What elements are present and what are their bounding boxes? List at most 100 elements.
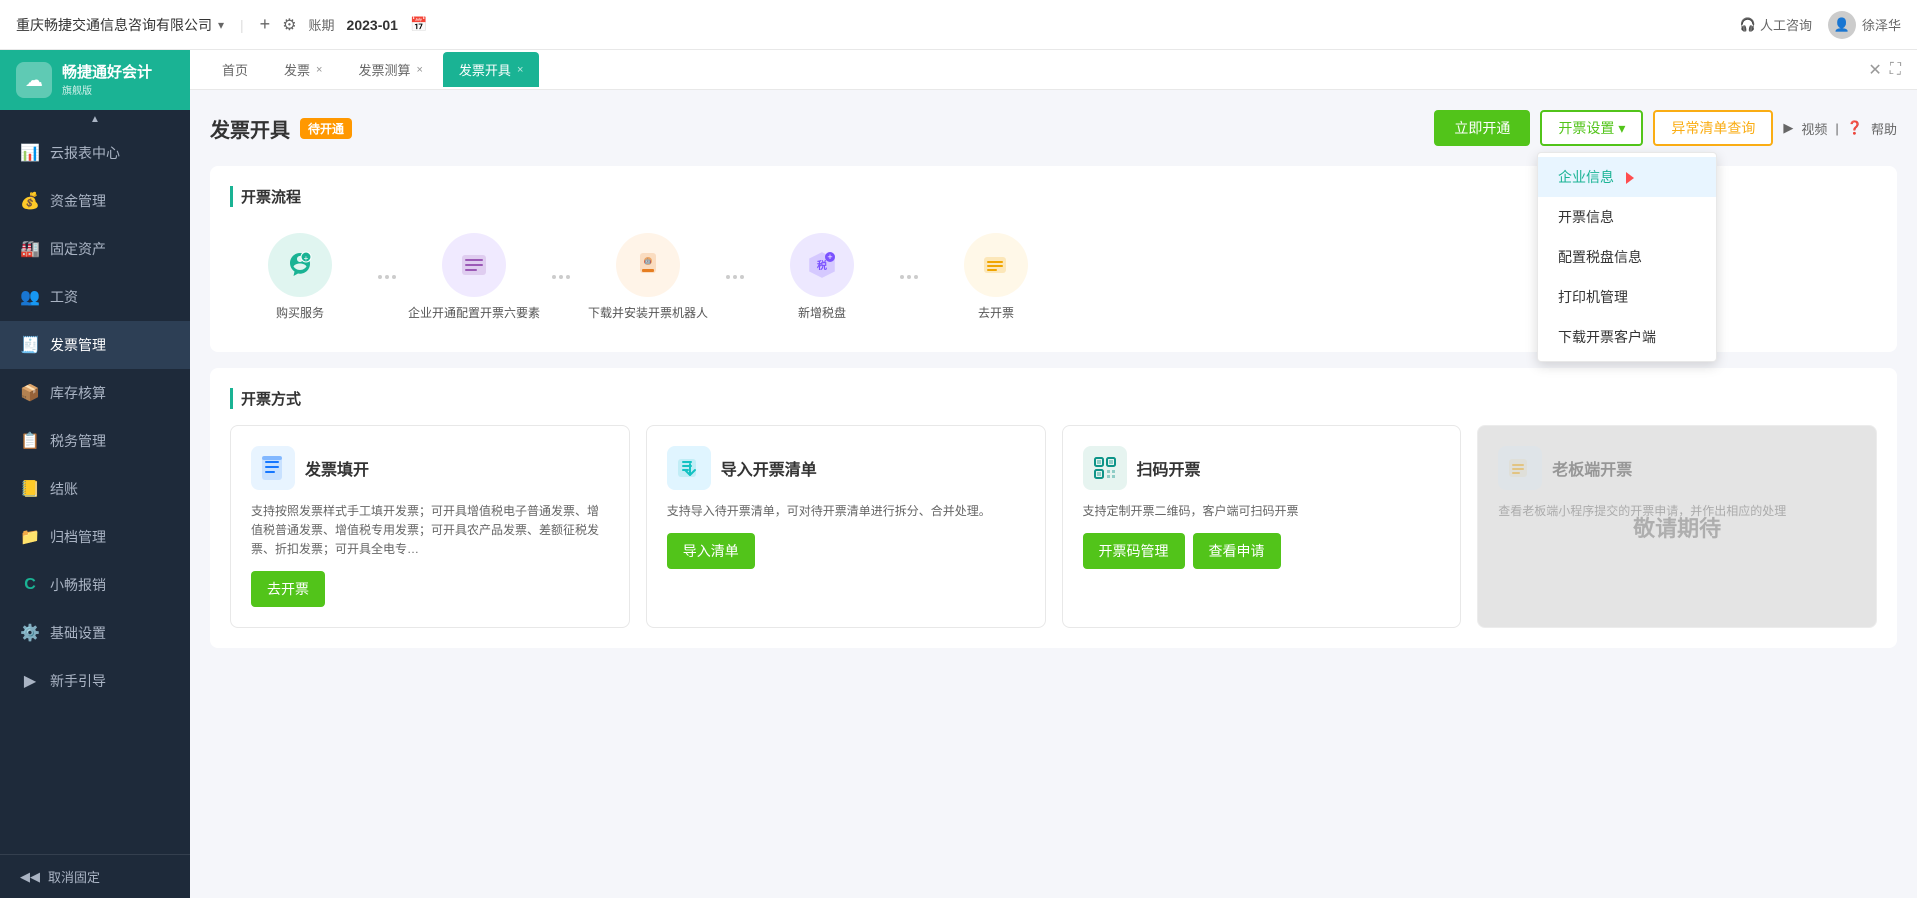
tab-home-label: 首页: [222, 60, 248, 79]
divider1: |: [240, 17, 244, 33]
help-area: ▶ 视频 | ❓ 帮助: [1783, 119, 1897, 138]
app-subtitle: 旗舰版: [62, 82, 152, 97]
consult-button[interactable]: 🎧 人工咨询: [1740, 15, 1812, 34]
sidebar-label-jichushezhi: 基础设置: [50, 623, 106, 643]
billing-card-scan-title: 扫码开票: [1137, 456, 1201, 480]
billing-card-import: 导入开票清单 支持导入待开票清单，可对待开票清单进行拆分、合并处理。 导入清单: [646, 425, 1046, 629]
company-name: 重庆畅捷交通信息咨询有限公司: [16, 15, 212, 35]
sidebar: ☁ 畅捷通好会计 旗舰版 ▲ 📊 云报表中心 💰 资金管理 🏭 固定资产 👥 工…: [0, 50, 190, 898]
separator: |: [1835, 121, 1838, 136]
settings-dropdown-button[interactable]: 开票设置 ▾: [1540, 110, 1643, 146]
process-icon-4: 税 +: [790, 233, 854, 297]
billing-card-import-desc: 支持导入待开票清单，可对待开票清单进行拆分、合并处理。: [667, 502, 1025, 521]
tabs-bar: 首页 发票 × 发票测算 × 发票开具 × ✕ ⛶: [190, 50, 1917, 90]
sidebar-item-guding[interactable]: 🏭 固定资产: [0, 225, 190, 273]
zijin-icon: 💰: [20, 191, 40, 211]
process-dots-2: [552, 275, 570, 279]
import-list-button[interactable]: 导入清单: [667, 533, 755, 569]
sidebar-label-jiezhang: 结账: [50, 479, 78, 499]
dropdown-item-dayinji[interactable]: 打印机管理: [1538, 277, 1716, 317]
page-actions: 立即开通 开票设置 ▾ 异常清单查询 ▶ 视频 | ❓ 帮助: [1434, 110, 1897, 146]
cancel-fixed-button[interactable]: ◀◀ 取消固定: [0, 855, 190, 898]
sidebar-item-jiezhang[interactable]: 📒 结账: [0, 465, 190, 513]
billing-cards: 发票填开 支持按照发票样式手工填开发票；可开具增值税电子普通发票、增值税普通发票…: [230, 425, 1877, 629]
scan-buttons: 开票码管理 查看申请: [1083, 533, 1441, 569]
tab-fapiao-label: 发票: [284, 60, 310, 79]
help-label[interactable]: 帮助: [1871, 119, 1897, 138]
sidebar-item-yunbao[interactable]: 📊 云报表中心: [0, 129, 190, 177]
cancel-pin-icon: ◀◀: [20, 869, 40, 885]
period-label: 账期: [309, 15, 335, 34]
tab-fapiaokaiiju-label: 发票开具: [459, 60, 511, 79]
xinshouyindao-icon: ▶: [20, 671, 40, 691]
add-company-button[interactable]: +: [260, 14, 271, 35]
content-area: 首页 发票 × 发票测算 × 发票开具 × ✕ ⛶: [190, 50, 1917, 898]
fapiao-icon: 🧾: [20, 335, 40, 355]
jichushezhi-icon: ⚙️: [20, 623, 40, 643]
user-info[interactable]: 👤 徐泽华: [1828, 11, 1901, 39]
page-header: 发票开具 待开通 立即开通 开票设置 ▾ 异常清单查询 ▶ 视频 | ❓: [210, 110, 1897, 146]
sidebar-item-gongzi[interactable]: 👥 工资: [0, 273, 190, 321]
company-selector[interactable]: 重庆畅捷交通信息咨询有限公司 ▾: [16, 15, 224, 35]
tab-fapiaocesuan-close[interactable]: ×: [416, 64, 422, 76]
exception-list-button[interactable]: 异常清单查询: [1653, 110, 1773, 146]
top-header: 重庆畅捷交通信息咨询有限公司 ▾ | + ⚙ 账期 2023-01 📅 🎧 人工…: [0, 0, 1917, 50]
process-dots-1: [378, 275, 396, 279]
billing-card-import-title: 导入开票清单: [721, 456, 817, 480]
sidebar-item-zijin[interactable]: 💰 资金管理: [0, 177, 190, 225]
header-right: 🎧 人工咨询 👤 徐泽华: [1740, 11, 1901, 39]
sidebar-label-zijin: 资金管理: [50, 191, 106, 211]
billing-card-scan-desc: 支持定制开票二维码，客户端可扫码开票: [1083, 502, 1441, 521]
sidebar-item-fapiao[interactable]: 🧾 发票管理: [0, 321, 190, 369]
dropdown-xiazai-label: 下载开票客户端: [1558, 329, 1656, 345]
sidebar-item-jichushezhi[interactable]: ⚙️ 基础设置: [0, 609, 190, 657]
process-step-2: 企业开通配置开票六要素: [404, 233, 544, 322]
billing-card-import-header: 导入开票清单: [667, 446, 1025, 490]
fill-invoice-button[interactable]: 去开票: [251, 571, 325, 607]
view-application-button[interactable]: 查看申请: [1193, 533, 1281, 569]
play-icon: ▶: [1783, 120, 1793, 136]
chevron-down-icon: ▾: [218, 18, 224, 32]
maximize-window-button[interactable]: ⛶: [1890, 61, 1901, 79]
sidebar-label-gongzi: 工资: [50, 287, 78, 307]
sidebar-item-guidang[interactable]: 📁 归档管理: [0, 513, 190, 561]
close-window-button[interactable]: ✕: [1868, 60, 1881, 80]
dropdown-item-peizhi[interactable]: 配置税盘信息: [1538, 237, 1716, 277]
pending-badge: 待开通: [300, 118, 352, 139]
period-value: 2023-01: [347, 17, 398, 33]
process-step-3: 🤖 下载并安装开票机器人: [578, 233, 718, 322]
qrcode-manage-button[interactable]: 开票码管理: [1083, 533, 1185, 569]
chevron-down-settings-icon: ▾: [1618, 120, 1625, 137]
tab-fapiaocesuan[interactable]: 发票测算 ×: [342, 52, 438, 87]
tab-fapiaokaiiju-close[interactable]: ×: [517, 64, 523, 76]
svg-text:🤖: 🤖: [644, 257, 652, 265]
consult-label: 人工咨询: [1760, 15, 1812, 34]
sidebar-item-xinshouyindao[interactable]: ▶ 新手引导: [0, 657, 190, 705]
settings-icon[interactable]: ⚙: [282, 15, 296, 35]
tab-fapiao[interactable]: 发票 ×: [268, 52, 338, 87]
tab-home[interactable]: 首页: [206, 52, 264, 87]
billing-card-scan-icon: [1083, 446, 1127, 490]
dropdown-item-xiazai[interactable]: 下载开票客户端: [1538, 317, 1716, 357]
dropdown-kaipiaoixnxi-label: 开票信息: [1558, 209, 1614, 225]
arrow-indicator: [1626, 172, 1634, 184]
billing-card-fill-desc: 支持按照发票样式手工填开发票；可开具增值税电子普通发票、增值税普通发票、增值税专…: [251, 502, 609, 560]
activate-button[interactable]: 立即开通: [1434, 110, 1530, 146]
svg-text:+: +: [827, 252, 832, 262]
cancel-fixed-label: 取消固定: [48, 867, 100, 886]
sidebar-item-xiaochangbaoxiao[interactable]: C 小畅报销: [0, 561, 190, 609]
sidebar-label-guding: 固定资产: [50, 239, 106, 259]
calendar-icon[interactable]: 📅: [410, 16, 427, 33]
settings-dropdown-menu: 企业信息 开票信息 配置税盘信息 打印机管理 下载: [1537, 152, 1717, 362]
video-label[interactable]: 视频: [1801, 119, 1827, 138]
sidebar-item-shuiwu[interactable]: 📋 税务管理: [0, 417, 190, 465]
process-icon-2: [442, 233, 506, 297]
tab-fapiao-close[interactable]: ×: [316, 64, 322, 76]
dropdown-item-qiyexinxi[interactable]: 企业信息: [1538, 157, 1716, 197]
sidebar-label-guidang: 归档管理: [50, 527, 106, 547]
tab-fapiaokaiiju[interactable]: 发票开具 ×: [443, 52, 539, 87]
sidebar-item-kucun[interactable]: 📦 库存核算: [0, 369, 190, 417]
guding-icon: 🏭: [20, 239, 40, 259]
process-step-4: 税 + 新增税盘: [752, 233, 892, 322]
dropdown-item-kaipiaoixnxi[interactable]: 开票信息: [1538, 197, 1716, 237]
